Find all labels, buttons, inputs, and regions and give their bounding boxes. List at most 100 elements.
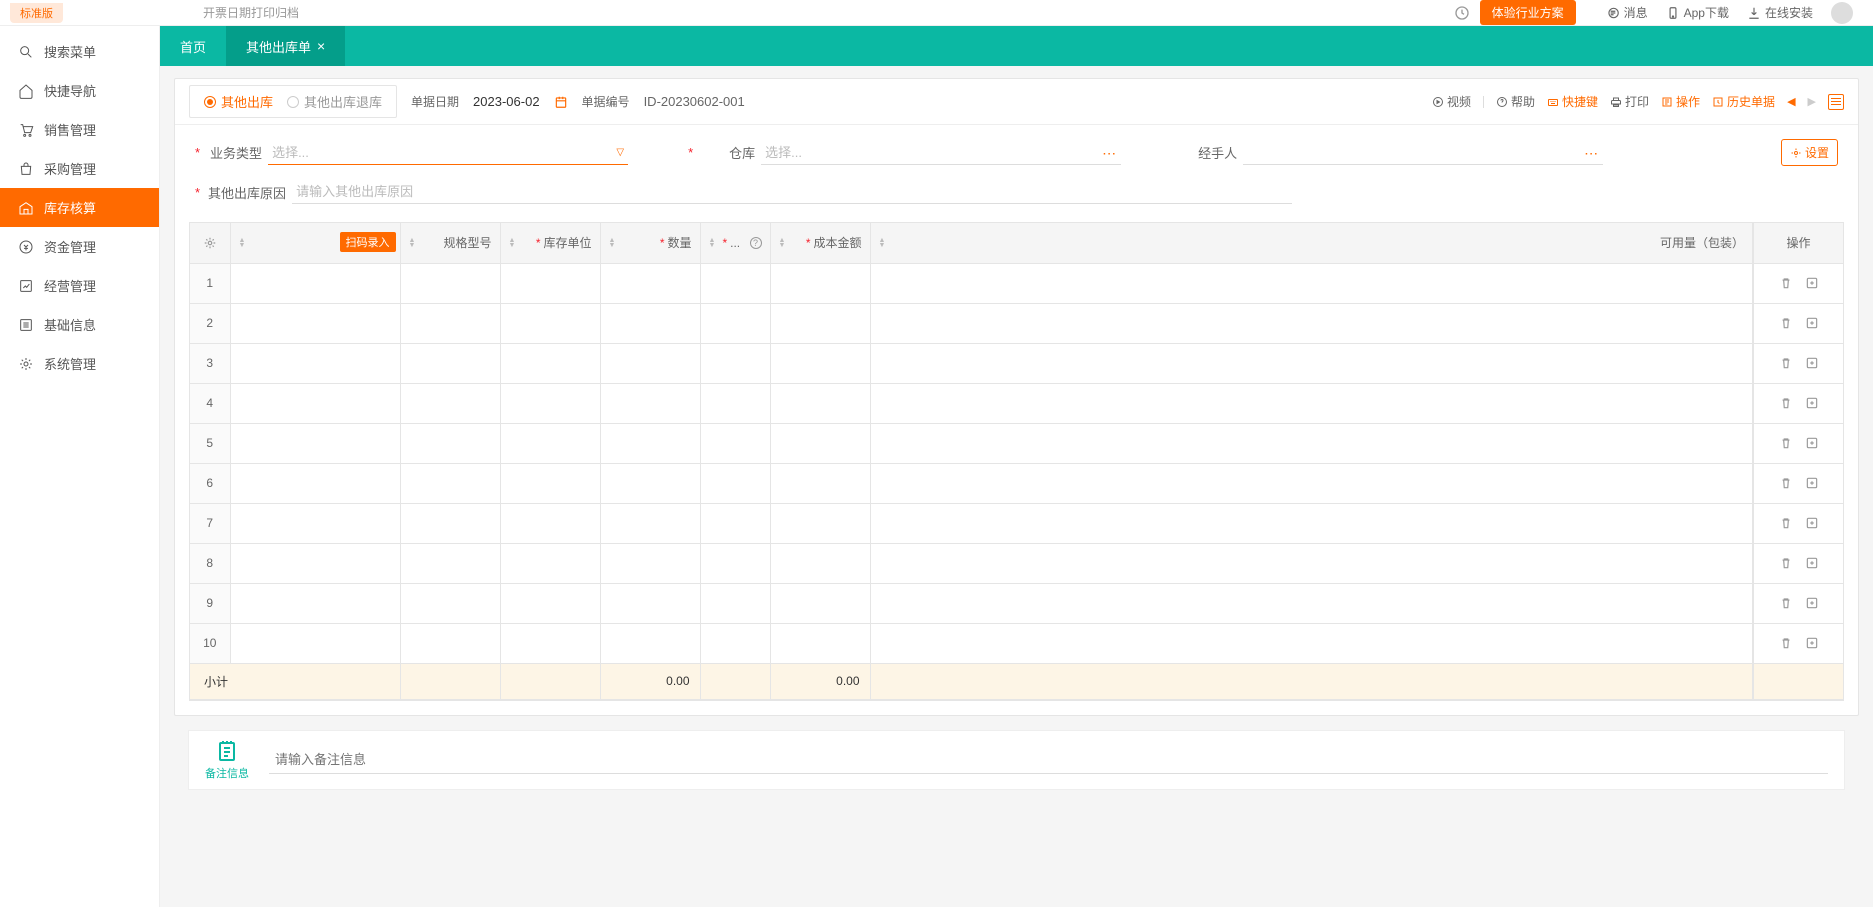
list-icon <box>18 317 34 333</box>
biztype-field: *业务类型 ▽ <box>195 139 628 166</box>
sidebar-item-operations[interactable]: 经营管理 <box>0 266 159 305</box>
add-icon[interactable] <box>1805 316 1819 330</box>
doc-date-value[interactable]: 2023-06-02 <box>473 94 540 109</box>
print-link[interactable]: 打印 <box>1610 93 1649 110</box>
delete-icon[interactable] <box>1779 396 1793 410</box>
gear-icon[interactable] <box>203 236 217 250</box>
cart-icon <box>18 122 34 138</box>
more-icon[interactable]: ⋯ <box>1102 145 1117 162</box>
settings-button[interactable]: 设置 <box>1781 139 1838 166</box>
doc-date-label: 单据日期 <box>411 93 459 110</box>
sidebar-item-purchase[interactable]: 采购管理 <box>0 149 159 188</box>
delete-icon[interactable] <box>1779 516 1793 530</box>
add-icon[interactable] <box>1805 596 1819 610</box>
add-icon[interactable] <box>1805 436 1819 450</box>
industry-plan-button[interactable]: 体验行业方案 <box>1480 0 1576 25</box>
avatar[interactable] <box>1831 2 1853 24</box>
sidebar-item-quick-nav[interactable]: 快捷导航 <box>0 71 159 110</box>
remarks-section: 备注信息 <box>188 730 1845 790</box>
table-row[interactable]: 4 <box>190 383 1753 423</box>
more-icon[interactable]: ⋯ <box>1584 145 1599 162</box>
table-row[interactable]: 9 <box>190 583 1753 623</box>
main: 首页 其他出库单× 其他出库 其他出库退库 单据日期 2023-06-02 单据… <box>160 26 1873 907</box>
sidebar-item-basic[interactable]: 基础信息 <box>0 305 159 344</box>
table-row[interactable]: 8 <box>190 543 1753 583</box>
close-icon[interactable]: × <box>317 38 325 54</box>
history-link[interactable]: 历史单据 <box>1712 93 1775 110</box>
warehouse-select[interactable] <box>761 141 1121 165</box>
install-link[interactable]: 在线安装 <box>1747 4 1813 21</box>
video-link[interactable]: 视频 <box>1432 93 1471 110</box>
add-icon[interactable] <box>1805 636 1819 650</box>
add-icon[interactable] <box>1805 276 1819 290</box>
table-row[interactable]: 2 <box>190 303 1753 343</box>
sidebar: 搜索菜单 快捷导航 销售管理 采购管理 库存核算 资金管理 经营管理 基础信息 … <box>0 26 160 907</box>
add-icon[interactable] <box>1805 556 1819 570</box>
doc-panel: 其他出库 其他出库退库 单据日期 2023-06-02 单据编号 ID-2023… <box>174 78 1859 716</box>
radio-other-out[interactable]: 其他出库 <box>204 92 273 111</box>
add-icon[interactable] <box>1805 476 1819 490</box>
handler-select[interactable] <box>1243 141 1603 165</box>
handler-field: 经手人 ⋯ <box>1181 139 1603 166</box>
app-download-link[interactable]: App下载 <box>1666 4 1729 21</box>
table-row[interactable]: 6 <box>190 463 1753 503</box>
table-row[interactable]: 10 <box>190 623 1753 663</box>
prev-icon[interactable]: ◀ <box>1787 95 1795 108</box>
help-icon[interactable]: ? <box>750 237 762 249</box>
delete-icon[interactable] <box>1779 356 1793 370</box>
next-icon[interactable]: ▶ <box>1808 95 1816 108</box>
form-row-1: *业务类型 ▽ *仓库 ⋯ 经手人 ⋯ 设置 <box>175 125 1858 180</box>
add-icon[interactable] <box>1805 516 1819 530</box>
sidebar-item-system[interactable]: 系统管理 <box>0 344 159 383</box>
topbar-right: 消息 App下载 在线安装 <box>1606 2 1873 24</box>
table-row[interactable]: 3 <box>190 343 1753 383</box>
reason-input[interactable] <box>292 180 1292 204</box>
doc-type-radios: 其他出库 其他出库退库 <box>189 85 397 118</box>
warehouse-field: *仓库 ⋯ <box>688 139 1121 166</box>
delete-icon[interactable] <box>1779 316 1793 330</box>
sidebar-item-search-menu[interactable]: 搜索菜单 <box>0 32 159 71</box>
form-row-2: *其他出库原因 <box>175 180 1858 218</box>
tab-home[interactable]: 首页 <box>160 26 226 66</box>
list-view-icon[interactable] <box>1828 94 1844 110</box>
delete-icon[interactable] <box>1779 636 1793 650</box>
delete-icon[interactable] <box>1779 556 1793 570</box>
tab-other-outbound[interactable]: 其他出库单× <box>226 26 345 66</box>
home-icon <box>18 83 34 99</box>
topbar-left: 开票日期打印归档 体验行业方案 <box>63 0 1606 25</box>
money-icon <box>18 239 34 255</box>
delete-icon[interactable] <box>1779 276 1793 290</box>
help-link[interactable]: 帮助 <box>1496 93 1535 110</box>
doc-num-value: ID-20230602-001 <box>644 94 745 109</box>
sidebar-item-inventory[interactable]: 库存核算 <box>0 188 159 227</box>
doc-num-label: 单据编号 <box>582 93 630 110</box>
topbar-hint: 开票日期打印归档 <box>203 4 299 21</box>
remarks-input[interactable] <box>269 746 1828 774</box>
notes-icon <box>215 739 239 763</box>
shortcut-link[interactable]: 快捷键 <box>1547 93 1598 110</box>
sidebar-item-funds[interactable]: 资金管理 <box>0 227 159 266</box>
biztype-select[interactable] <box>268 141 628 165</box>
calendar-icon[interactable] <box>554 95 568 109</box>
table-row[interactable]: 5 <box>190 423 1753 463</box>
radio-other-out-return[interactable]: 其他出库退库 <box>287 92 382 111</box>
add-icon[interactable] <box>1805 396 1819 410</box>
delete-icon[interactable] <box>1779 476 1793 490</box>
table-row[interactable]: 1 <box>190 263 1753 303</box>
table-row[interactable]: 7 <box>190 503 1753 543</box>
search-icon <box>18 44 34 60</box>
delete-icon[interactable] <box>1779 436 1793 450</box>
doc-header: 其他出库 其他出库退库 单据日期 2023-06-02 单据编号 ID-2023… <box>175 79 1858 125</box>
delete-icon[interactable] <box>1779 596 1793 610</box>
chart-icon <box>18 278 34 294</box>
scan-tag[interactable]: 扫码录入 <box>340 232 396 252</box>
clock-icon[interactable] <box>1454 5 1470 21</box>
table-header: ▲▼*商品扫码录入 ▲▼规格型号 ▲▼*库存单位 ▲▼*数量 ▲▼*... ? … <box>190 223 1753 263</box>
messages-link[interactable]: 消息 <box>1606 4 1648 21</box>
add-icon[interactable] <box>1805 356 1819 370</box>
sidebar-item-sales[interactable]: 销售管理 <box>0 110 159 149</box>
operations-link[interactable]: 操作 <box>1661 93 1700 110</box>
tabs: 首页 其他出库单× <box>160 26 1873 66</box>
reason-field: *其他出库原因 <box>195 180 1292 204</box>
gear-icon <box>18 356 34 372</box>
